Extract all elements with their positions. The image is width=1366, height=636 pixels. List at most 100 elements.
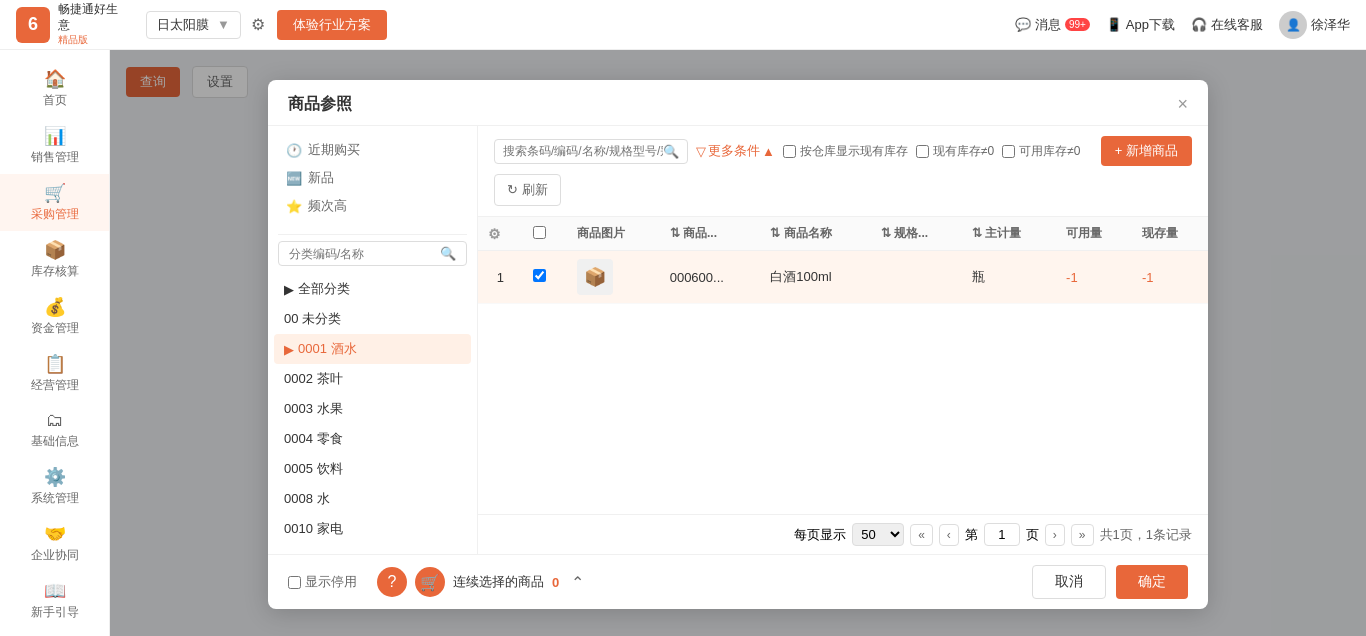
modal-close-button[interactable]: × [1177,94,1188,115]
add-product-button[interactable]: + 新增商品 [1101,136,1192,166]
col-spec[interactable]: ⇅ 规格... [871,217,962,251]
per-page-select[interactable]: 50 10 20 100 [852,523,904,546]
row-name: 白酒100ml [760,251,870,304]
col-unit[interactable]: ⇅ 主计量 [962,217,1056,251]
sidebar-label-guide: 新手引导 [31,604,79,621]
modal-body: 🕐 近期购买 🆕 新品 ⭐ 频次高 [268,126,1208,554]
col-img: 商品图片 [567,217,659,251]
online-service-item[interactable]: 🎧 在线客服 [1191,16,1263,34]
row-num: 1 [478,251,523,304]
first-page-button[interactable]: « [910,524,933,546]
confirm-button[interactable]: 确定 [1116,565,1188,599]
category-search-input[interactable] [289,247,440,261]
sidebar-item-basic[interactable]: 🗂 基础信息 [0,402,109,458]
settings-icon[interactable]: ⚙ [488,226,501,242]
check-available-ne0[interactable] [1002,145,1015,158]
filter-icon: ▽ [696,144,706,159]
product-search-icon: 🔍 [663,144,679,159]
category-all[interactable]: ▶ 全部分类 [274,274,471,304]
logo-badge: 精品版 [58,33,126,47]
category-0003[interactable]: 0003 水果 [274,394,471,424]
col-unit-sort-icon: ⇅ [972,226,982,240]
shortcut-frequent-label: 频次高 [308,197,347,215]
cancel-button[interactable]: 取消 [1032,565,1106,599]
category-0001[interactable]: ▶ 0001 酒水 [274,334,471,364]
check-warehouse[interactable] [783,145,796,158]
message-item[interactable]: 💬 消息 99+ [1015,16,1090,34]
category-0004[interactable]: 0004 零食 [274,424,471,454]
sidebar-label-inventory: 库存核算 [31,263,79,280]
prev-page-button[interactable]: ‹ [939,524,959,546]
show-disabled-label[interactable]: 显示停用 [288,573,357,591]
clock-icon: 🕐 [286,143,302,158]
sidebar-item-system[interactable]: ⚙️ 系统管理 [0,458,109,515]
sidebar-item-home[interactable]: 🏠 首页 [0,60,109,117]
shortcut-recent-label: 近期购买 [308,141,360,159]
col-name[interactable]: ⇅ 商品名称 [760,217,870,251]
app-download-item[interactable]: 📱 App下载 [1106,16,1175,34]
product-search-input[interactable] [503,144,663,158]
right-panel: 🔍 ▽ 更多条件 ▲ 按仓库显示现有库存 [478,126,1208,554]
cat-0010-label: 0010 家电 [284,520,343,538]
sidebar-item-apps[interactable]: 🖥 应用中心 [0,629,109,636]
purchase-icon: 🛒 [44,182,66,204]
category-0002[interactable]: 0002 茶叶 [274,364,471,394]
refresh-button[interactable]: ↻ 刷新 [494,174,561,206]
sidebar-item-inventory[interactable]: 📦 库存核算 [0,231,109,288]
user-item[interactable]: 👤 徐泽华 [1279,11,1350,39]
sidebar-item-management[interactable]: 📋 经营管理 [0,345,109,402]
product-thumbnail: 📦 [577,259,613,295]
nav-dropdown-arrow-icon: ▼ [217,17,230,32]
show-disabled-checkbox[interactable] [288,576,301,589]
row-code: 000600... [660,251,761,304]
category-search-box[interactable]: 🔍 [278,241,467,266]
shortcuts-section: 🕐 近期购买 🆕 新品 ⭐ 频次高 [268,136,477,220]
check-stock-ne0[interactable] [916,145,929,158]
sidebar-item-enterprise[interactable]: 🤝 企业协同 [0,515,109,572]
category-0005[interactable]: 0005 饮料 [274,454,471,484]
table-row[interactable]: 1 📦 000600... 白酒100ml 瓶 [478,251,1208,304]
exp-btn[interactable]: 体验行业方案 [277,10,387,40]
col-checkbox [523,217,568,251]
shortcut-new[interactable]: 🆕 新品 [278,164,467,192]
product-reference-modal: 商品参照 × 🕐 近期购买 🆕 [268,80,1208,609]
row-unit: 瓶 [962,251,1056,304]
page-suffix: 页 [1026,526,1039,544]
next-page-button[interactable]: › [1045,524,1065,546]
row-checkbox-cell [523,251,568,304]
modal-footer: 显示停用 ? 🛒 连续选择的商品 0 ⌃ 取消 确定 [268,554,1208,609]
sidebar-item-sales[interactable]: 📊 销售管理 [0,117,109,174]
select-all-checkbox[interactable] [533,226,546,239]
sidebar-label-management: 经营管理 [31,377,79,394]
new-icon: 🆕 [286,171,302,186]
page-number-input[interactable] [984,523,1020,546]
check-available-ne0-label[interactable]: 可用库存≠0 [1002,143,1080,160]
app-icon: 📱 [1106,17,1122,32]
finance-icon: 💰 [44,296,66,318]
sidebar-item-guide[interactable]: 📖 新手引导 [0,572,109,629]
product-search-box[interactable]: 🔍 [494,139,688,164]
category-0010[interactable]: 0010 家电 [274,514,471,544]
check-warehouse-label[interactable]: 按仓库显示现有库存 [783,143,908,160]
inventory-icon: 📦 [44,239,66,261]
sidebar-item-finance[interactable]: 💰 资金管理 [0,288,109,345]
shortcut-frequent[interactable]: ⭐ 频次高 [278,192,467,220]
cart-button[interactable]: 🛒 [415,567,445,597]
sidebar-item-purchase[interactable]: 🛒 采购管理 [0,174,109,231]
last-page-button[interactable]: » [1071,524,1094,546]
modal-overlay: 商品参照 × 🕐 近期购买 🆕 [110,50,1366,636]
nav-dropdown[interactable]: 日太阳膜 ▼ [146,11,241,39]
sales-icon: 📊 [44,125,66,147]
shortcut-recent[interactable]: 🕐 近期购买 [278,136,467,164]
more-filters-button[interactable]: ▽ 更多条件 ▲ [696,142,775,160]
headset-icon: 🎧 [1191,17,1207,32]
filter-bar: 🔍 ▽ 更多条件 ▲ 按仓库显示现有库存 [478,126,1208,217]
check-stock-ne0-label[interactable]: 现有库存≠0 [916,143,994,160]
category-00[interactable]: 00 未分类 [274,304,471,334]
collapse-arrow-icon[interactable]: ⌃ [571,573,584,592]
help-button[interactable]: ? [377,567,407,597]
gear-button[interactable]: ⚙ [251,15,265,34]
row-checkbox[interactable] [533,269,546,282]
col-code[interactable]: ⇅ 商品... [660,217,761,251]
category-0008[interactable]: 0008 水 [274,484,471,514]
